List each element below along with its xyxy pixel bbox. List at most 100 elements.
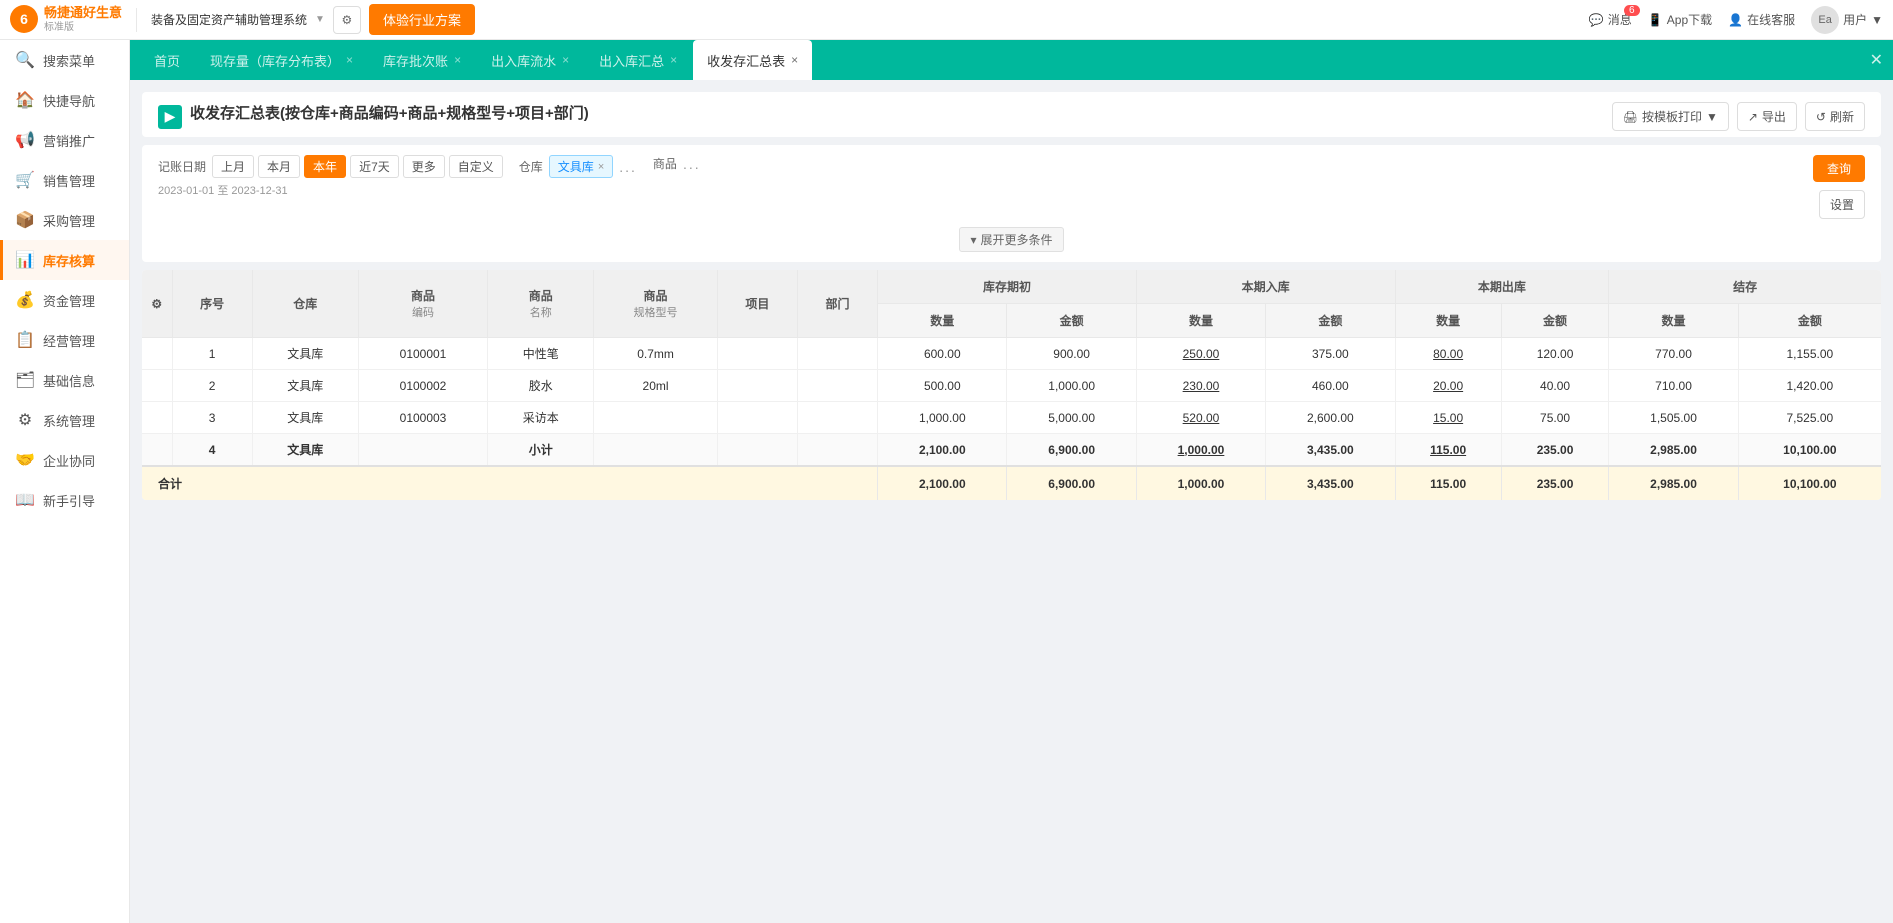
sidebar-item-inventory[interactable]: 📊 库存核算 <box>0 240 129 280</box>
footer-in-amt: 3,435.00 <box>1266 466 1395 500</box>
sidebar-label-quick-nav: 快捷导航 <box>43 91 95 110</box>
trial-button[interactable]: 体验行业方案 <box>369 4 475 35</box>
sidebar-item-sales[interactable]: 🛒 销售管理 <box>0 160 129 200</box>
tab-batch-close[interactable]: × <box>454 53 461 67</box>
tab-inout-flow[interactable]: 出入库流水 × <box>477 40 583 80</box>
tab-inout-summary[interactable]: 出入库汇总 × <box>585 40 691 80</box>
row-no: 2 <box>172 370 252 402</box>
row-out-qty-link[interactable]: 20.00 <box>1433 379 1463 393</box>
sidebar-item-marketing[interactable]: 📢 营销推广 <box>0 120 129 160</box>
row-balance-qty: 770.00 <box>1609 338 1738 370</box>
sidebar-item-guide[interactable]: 📖 新手引导 <box>0 480 129 520</box>
app-download-button[interactable]: 📱 App下载 <box>1648 11 1712 28</box>
tab-stock-dist[interactable]: 现存量（库存分布表） × <box>196 40 367 80</box>
tab-receipt-summary[interactable]: 收发存汇总表 × <box>693 40 812 80</box>
sidebar-item-purchase[interactable]: 📦 采购管理 <box>0 200 129 240</box>
tab-bar-close-button[interactable]: ✕ <box>1870 50 1883 70</box>
query-button[interactable]: 查询 <box>1813 155 1865 182</box>
row-opening-qty: 2,100.00 <box>878 434 1007 467</box>
tab-batch[interactable]: 库存批次账 × <box>369 40 475 80</box>
row-in-qty-link[interactable]: 520.00 <box>1183 411 1220 425</box>
row-in-amt: 2,600.00 <box>1266 402 1395 434</box>
col-dept-header: 部门 <box>797 270 877 338</box>
row-out-qty[interactable]: 80.00 <box>1395 338 1501 370</box>
tab-inout-summary-close[interactable]: × <box>670 53 677 67</box>
tab-home[interactable]: 首页 <box>140 40 194 80</box>
refresh-icon: ↺ <box>1816 110 1826 124</box>
row-dept <box>797 338 877 370</box>
row-out-amt: 40.00 <box>1501 370 1609 402</box>
row-project <box>717 434 797 467</box>
online-service-button[interactable]: 👤 在线客服 <box>1728 11 1795 28</box>
system-icon: ⚙ <box>15 410 35 430</box>
expand-more-button[interactable]: ▾ 展开更多条件 <box>959 227 1063 252</box>
tab-inout-flow-close[interactable]: × <box>562 53 569 67</box>
row-spec: 20ml <box>594 370 717 402</box>
brand-tag: 标准版 <box>44 21 122 34</box>
goods-filter-label: 商品 <box>653 155 677 172</box>
expand-chevron-icon: ▾ <box>970 233 976 247</box>
refresh-label: 刷新 <box>1830 108 1854 125</box>
row-in-qty[interactable]: 520.00 <box>1136 402 1265 434</box>
sidebar-item-system[interactable]: ⚙ 系统管理 <box>0 400 129 440</box>
row-out-qty-link[interactable]: 80.00 <box>1433 347 1463 361</box>
sidebar-item-enterprise[interactable]: 🤝 企业协同 <box>0 440 129 480</box>
print-label: 按模板打印 <box>1642 108 1702 125</box>
expand-arrow-button[interactable]: ▶ <box>158 105 182 129</box>
row-in-qty[interactable]: 1,000.00 <box>1136 434 1265 467</box>
warehouse-more-dots[interactable]: ... <box>619 159 637 175</box>
row-out-amt: 235.00 <box>1501 434 1609 467</box>
message-icon: 💬 <box>1589 13 1604 27</box>
row-out-qty[interactable]: 115.00 <box>1395 434 1501 467</box>
date-btn-custom[interactable]: 自定义 <box>449 155 503 178</box>
sidebar-item-finance[interactable]: 💰 资金管理 <box>0 280 129 320</box>
tab-receipt-summary-label: 收发存汇总表 <box>707 51 785 70</box>
tab-stock-dist-close[interactable]: × <box>346 53 353 67</box>
row-in-qty-link[interactable]: 230.00 <box>1183 379 1220 393</box>
tab-receipt-summary-close[interactable]: × <box>791 53 798 67</box>
sidebar-item-quick-nav[interactable]: 🏠 快捷导航 <box>0 80 129 120</box>
warehouse-filter-label: 仓库 <box>519 158 543 175</box>
row-out-qty-link[interactable]: 115.00 <box>1430 443 1466 457</box>
divider <box>136 8 137 32</box>
app-container: 6 畅捷通好生意 标准版 装备及固定资产辅助管理系统 ▼ ⚙ 体验行业方案 💬 … <box>0 0 1893 923</box>
date-btn-more[interactable]: 更多 <box>403 155 445 178</box>
row-out-qty[interactable]: 15.00 <box>1395 402 1501 434</box>
message-button[interactable]: 💬 消息 6 <box>1589 11 1632 28</box>
date-btn-7days[interactable]: 近7天 <box>350 155 399 178</box>
sidebar-item-search[interactable]: 🔍 搜索菜单 <box>0 40 129 80</box>
enterprise-icon: 🤝 <box>15 450 35 470</box>
warehouse-tag-close[interactable]: × <box>598 161 604 173</box>
row-out-qty[interactable]: 20.00 <box>1395 370 1501 402</box>
row-in-amt: 3,435.00 <box>1266 434 1395 467</box>
export-button[interactable]: ↗ 导出 <box>1737 102 1797 131</box>
settings-icon-button[interactable]: ⚙ <box>333 6 361 34</box>
sales-icon: 🛒 <box>15 170 35 190</box>
sidebar-item-operations[interactable]: 📋 经营管理 <box>0 320 129 360</box>
row-balance-amt: 7,525.00 <box>1738 402 1881 434</box>
col-settings-header[interactable]: ⚙ <box>142 270 172 338</box>
main-layout: 🔍 搜索菜单 🏠 快捷导航 📢 营销推广 🛒 销售管理 📦 采购管 <box>0 40 1893 923</box>
date-btn-last-month[interactable]: 上月 <box>212 155 254 178</box>
row-name: 小计 <box>488 434 594 467</box>
row-in-qty-link[interactable]: 250.00 <box>1183 347 1220 361</box>
date-btn-this-month[interactable]: 本月 <box>258 155 300 178</box>
system-dropdown-icon[interactable]: ▼ <box>315 14 325 25</box>
goods-more-dots[interactable]: ... <box>683 156 701 172</box>
sidebar-label-basic-info: 基础信息 <box>43 371 95 390</box>
setting-button[interactable]: 设置 <box>1819 190 1865 219</box>
page-title-bar: ▶ 收发存汇总表(按仓库+商品编码+商品+规格型号+项目+部门) 🖨 按模板打印… <box>142 92 1881 137</box>
footer-in-qty: 1,000.00 <box>1136 466 1265 500</box>
finance-icon: 💰 <box>15 290 35 310</box>
user-area[interactable]: Ea 用户 ▼ <box>1811 6 1883 34</box>
tab-stock-dist-label: 现存量（库存分布表） <box>210 51 340 70</box>
print-button[interactable]: 🖨 按模板打印 ▼ <box>1612 102 1729 131</box>
row-out-qty-link[interactable]: 15.00 <box>1433 411 1463 425</box>
row-in-qty[interactable]: 230.00 <box>1136 370 1265 402</box>
row-in-qty[interactable]: 250.00 <box>1136 338 1265 370</box>
sidebar-item-basic-info[interactable]: 🗂 基础信息 <box>0 360 129 400</box>
row-in-qty-link[interactable]: 1,000.00 <box>1178 443 1225 457</box>
date-btn-this-year[interactable]: 本年 <box>304 155 346 178</box>
refresh-button[interactable]: ↺ 刷新 <box>1805 102 1865 131</box>
app-download-label: App下载 <box>1667 11 1712 28</box>
